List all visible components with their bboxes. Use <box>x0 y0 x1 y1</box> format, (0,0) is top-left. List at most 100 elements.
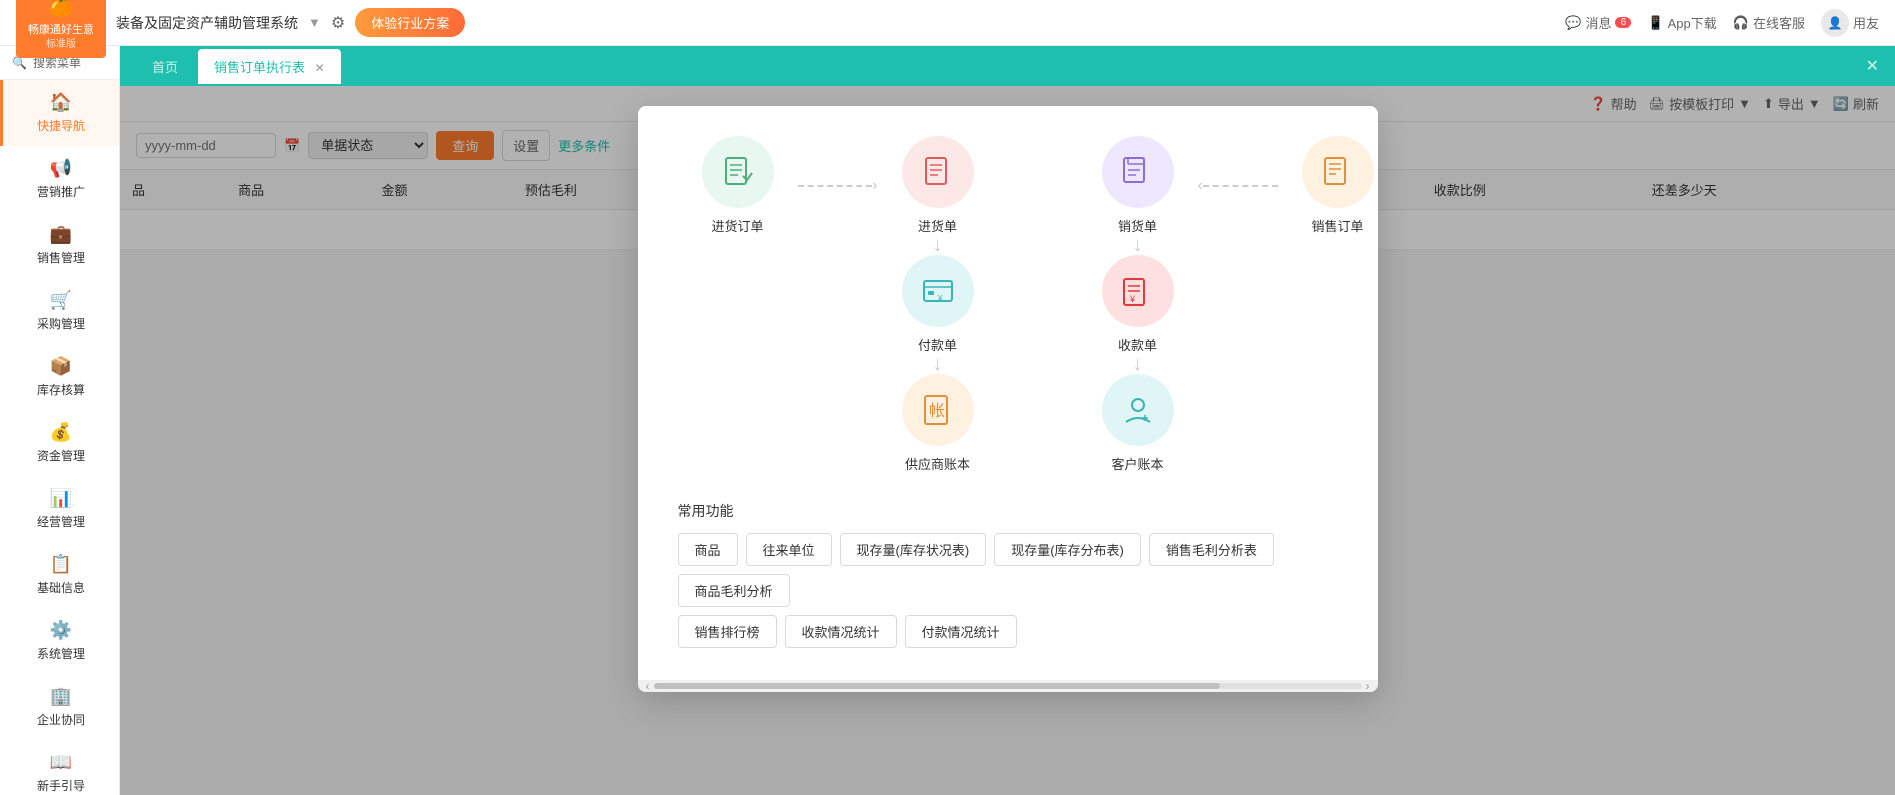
sidebar-item-quick-nav[interactable]: 🏠 快捷导航 <box>0 80 119 146</box>
sidebar-item-system[interactable]: ⚙️ 系统管理 <box>0 608 119 674</box>
scroll-right-icon[interactable]: › <box>1362 679 1374 692</box>
logo-text: 畅康通好生意 <box>24 23 98 38</box>
system-icon: ⚙️ <box>50 620 72 641</box>
func-btn-receipt-stats[interactable]: 收款情况统计 <box>785 615 897 648</box>
sales-icon: 💼 <box>50 224 72 245</box>
inventory-icon: 📦 <box>50 356 72 377</box>
avatar: 👤 <box>1821 9 1849 37</box>
customer-ledger-label: 客户账本 <box>1111 454 1163 473</box>
tab-home-label: 首页 <box>152 60 178 75</box>
window-close-icon[interactable]: ✕ <box>1866 56 1879 76</box>
svg-text:¥: ¥ <box>937 294 943 303</box>
sidebar-item-label: 快捷导航 <box>37 117 85 134</box>
func-btn-contacts[interactable]: 往来单位 <box>746 533 832 566</box>
sidebar-item-label: 经营管理 <box>37 513 85 530</box>
sales-order-node[interactable] <box>1302 136 1374 208</box>
common-functions: 常用功能 商品 往来单位 现存量(库存状况表) 现存量(库存分布表) 销售毛利分… <box>678 501 1338 648</box>
scroll-left-icon[interactable]: ‹ <box>642 679 654 692</box>
dropdown-icon[interactable]: ▼ <box>308 15 321 30</box>
sidebar-item-sales[interactable]: 💼 销售管理 <box>0 212 119 278</box>
sales-order-label: 销售订单 <box>1311 216 1363 235</box>
scrollbar-track[interactable] <box>654 683 1362 689</box>
logo-sub: 标准版 <box>24 38 98 52</box>
func-btn-product[interactable]: 商品 <box>678 533 738 566</box>
arrow-h-2: ‹ <box>1198 177 1278 195</box>
app-download-icon: 📱 <box>1647 15 1663 31</box>
payment-bill-node[interactable]: ¥ <box>902 255 974 327</box>
flow-node-receipt-bill[interactable]: ¥ 收款单 <box>1102 255 1174 354</box>
purchase-bill-node[interactable] <box>902 136 974 208</box>
sales-bill-node[interactable] <box>1102 136 1174 208</box>
func-btn-stock-status[interactable]: 现存量(库存状况表) <box>840 533 987 566</box>
tab-close-icon[interactable]: ✕ <box>315 61 325 75</box>
user-action[interactable]: 👤 用友 <box>1821 9 1879 37</box>
flow-node-sales-order[interactable]: 销售订单 <box>1302 136 1374 235</box>
sidebar-item-label: 销售管理 <box>37 249 85 266</box>
flow-node-purchase-order[interactable]: 进货订单 <box>702 136 774 235</box>
purchase-icon: 🛒 <box>50 290 72 311</box>
arrow-down-payment: ↓ <box>933 353 943 376</box>
sidebar-item-label: 企业协同 <box>37 711 85 728</box>
app-download-action[interactable]: 📱 App下载 <box>1647 13 1716 32</box>
sales-bill-label: 销货单 <box>1118 216 1157 235</box>
flow-node-supplier-ledger[interactable]: 帐 供应商账本 <box>902 374 974 473</box>
arrow-h-1: › <box>798 177 878 195</box>
content-area: 首页 销售订单执行表 ✕ ✕ ❓ 帮助 🖨 按模板打印 ▼ <box>120 46 1895 795</box>
sidebar-item-newbie[interactable]: 📖 新手引导 <box>0 740 119 795</box>
sidebar-item-operations[interactable]: 📊 经营管理 <box>0 476 119 542</box>
payment-bill-label: 付款单 <box>918 335 957 354</box>
func-btn-payment-stats[interactable]: 付款情况统计 <box>905 615 1017 648</box>
func-btn-product-margin[interactable]: 商品毛利分析 <box>678 574 790 607</box>
newbie-icon: 📖 <box>50 752 72 773</box>
sidebar-item-finance[interactable]: 💰 资金管理 <box>0 410 119 476</box>
modal-overlay: 进货订单 › <box>120 86 1895 795</box>
supplier-ledger-node[interactable]: 帐 <box>902 374 974 446</box>
sidebar-item-label: 系统管理 <box>37 645 85 662</box>
trial-button[interactable]: 体验行业方案 <box>355 8 465 37</box>
scrollbar-thumb[interactable] <box>654 683 1220 689</box>
supplier-ledger-icon: 帐 <box>920 392 956 428</box>
top-header: 🍊 畅康通好生意 标准版 装备及固定资产辅助管理系统 ▼ ⚙ 体验行业方案 💬 … <box>0 0 1895 46</box>
receipt-bill-node[interactable]: ¥ <box>1102 255 1174 327</box>
customer-ledger-icon <box>1120 392 1156 428</box>
arrow-down-sales-bill: ↓ <box>1133 234 1143 257</box>
purchase-bill-label: 进货单 <box>918 216 957 235</box>
sidebar-item-basic-info[interactable]: 📋 基础信息 <box>0 542 119 608</box>
finance-icon: 💰 <box>50 422 72 443</box>
quick-nav-icon: 🏠 <box>50 92 72 113</box>
flow-node-sales-bill[interactable]: 销货单 <box>1102 136 1174 235</box>
message-action[interactable]: 💬 消息 6 <box>1565 13 1631 32</box>
sidebar-item-label: 新手引导 <box>37 777 85 794</box>
func-btn-sales-ranking[interactable]: 销售排行榜 <box>678 615 777 648</box>
func-btn-sales-margin[interactable]: 销售毛利分析表 <box>1149 533 1274 566</box>
message-label: 消息 <box>1585 13 1611 32</box>
func-btn-row-2: 销售排行榜 收款情况统计 付款情况统计 <box>678 615 1338 648</box>
svg-text:¥: ¥ <box>1129 294 1136 304</box>
flow-node-purchase-bill[interactable]: 进货单 <box>902 136 974 235</box>
logo-icon: 🍊 <box>24 0 98 21</box>
app-download-label: App下载 <box>1668 13 1717 32</box>
svg-text:帐: 帐 <box>929 402 945 420</box>
online-service-icon: 🎧 <box>1733 15 1749 31</box>
settings-icon[interactable]: ⚙ <box>331 13 345 33</box>
flow-node-payment-bill[interactable]: ¥ 付款单 <box>902 255 974 354</box>
func-btn-stock-dist[interactable]: 现存量(库存分布表) <box>994 533 1141 566</box>
sidebar-item-label: 库存核算 <box>37 381 85 398</box>
sidebar-item-enterprise[interactable]: 🏢 企业协同 <box>0 674 119 740</box>
online-service-action[interactable]: 🎧 在线客服 <box>1733 13 1805 32</box>
common-functions-title: 常用功能 <box>678 501 1338 521</box>
customer-ledger-node[interactable] <box>1102 374 1174 446</box>
app-logo: 🍊 畅康通好生意 标准版 <box>16 0 106 58</box>
header-left: 🍊 畅康通好生意 标准版 装备及固定资产辅助管理系统 ▼ ⚙ 体验行业方案 <box>16 0 465 58</box>
purchase-order-node[interactable] <box>702 136 774 208</box>
func-btn-row-1: 商品 往来单位 现存量(库存状况表) 现存量(库存分布表) 销售毛利分析表 商品… <box>678 533 1338 607</box>
basic-info-icon: 📋 <box>50 554 72 575</box>
flow-node-customer-ledger[interactable]: 客户账本 <box>1102 374 1174 473</box>
sidebar-item-marketing[interactable]: 📢 营销推广 <box>0 146 119 212</box>
enterprise-icon: 🏢 <box>50 686 72 707</box>
sidebar-item-purchase[interactable]: 🛒 采购管理 <box>0 278 119 344</box>
arrow-down-receipt: ↓ <box>1133 353 1143 376</box>
sidebar-item-inventory[interactable]: 📦 库存核算 <box>0 344 119 410</box>
modal-box: 进货订单 › <box>638 106 1378 692</box>
main-layout: 🔍 搜索菜单 🏠 快捷导航 📢 营销推广 💼 销售管理 🛒 采购管理 📦 库存核… <box>0 46 1895 795</box>
